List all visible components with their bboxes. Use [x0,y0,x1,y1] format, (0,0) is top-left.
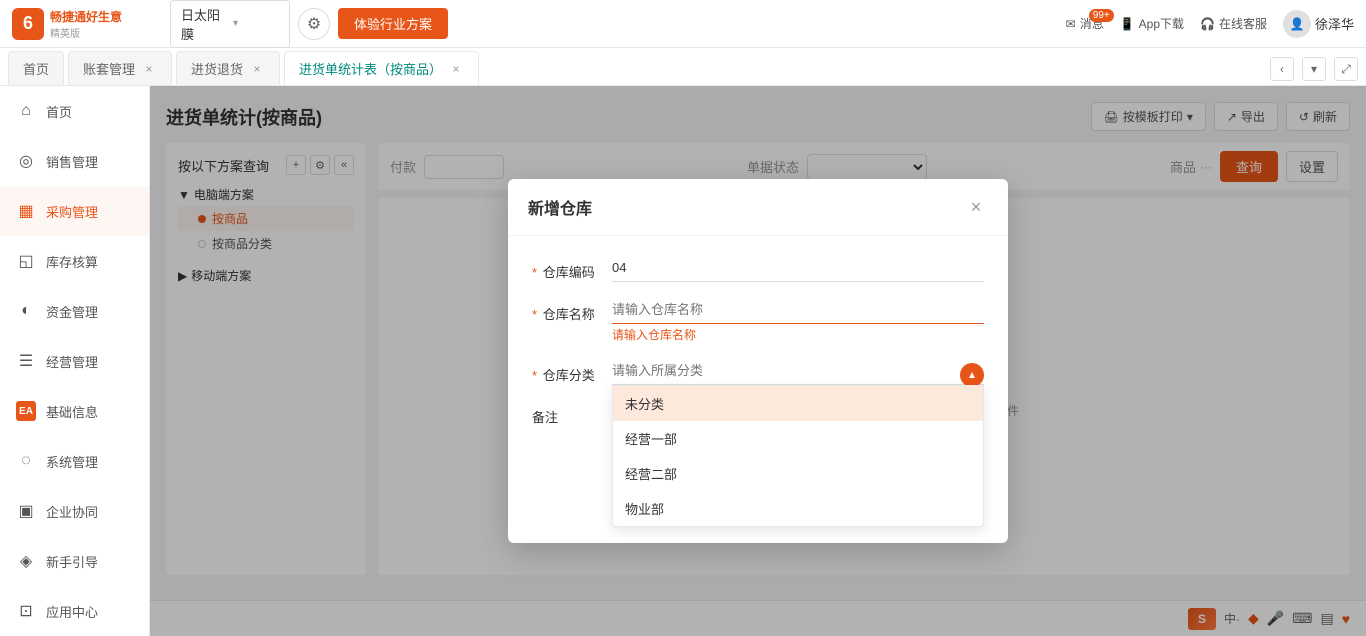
settings-gear-button[interactable]: ⚙ [298,8,330,40]
tab-account[interactable]: 账套管理 × [68,51,172,85]
code-label: * 仓库编码 [532,256,612,281]
app-center-icon: ⊡ [16,601,36,621]
name-control: 请输入仓库名称 [612,298,984,343]
avatar-icon: 👤 [1283,10,1311,38]
remark-label: 备注 [532,401,612,426]
system-icon: ◌ [16,451,36,471]
dropdown-option-op2[interactable]: 经营二部 [613,456,983,491]
app-download-item[interactable]: 📱 App下载 [1120,15,1184,32]
message-badge: 99+ [1089,9,1114,22]
dialog-close-button[interactable]: × [964,195,988,219]
headphone-icon: 🎧 [1200,17,1215,31]
sidebar-item-basic[interactable]: EA 基础信息 [0,386,149,436]
dialog-body: * 仓库编码 * 仓库名称 [508,236,1008,478]
form-row-category: * 仓库分类 ▲ 未分类 经营一部 经营二部 物业部 [532,359,984,385]
finance-icon: ◐ [16,301,36,321]
enterprise-icon: ▣ [16,501,36,521]
sidebar-item-app-center[interactable]: ⊡ 应用中心 [0,586,149,636]
tab-purchase-stats[interactable]: 进货单统计表（按商品） × [284,51,479,85]
top-header: 6 畅捷通好生意 精英版 日太阳膜 ▾ ⚙ 体验行业方案 ✉ 消息 99+ 📱 … [0,0,1366,48]
required-star-name: * [532,307,537,322]
sidebar: ⌂ 首页 ◎ 销售管理 ▦ 采购管理 ◱ 库存核算 ◐ 资金管理 ☰ 经营管理 … [0,86,150,636]
warehouse-name-input[interactable] [612,298,984,324]
online-service-item[interactable]: 🎧 在线客服 [1200,15,1267,32]
sidebar-item-enterprise[interactable]: ▣ 企业协同 [0,486,149,536]
dialog-header: 新增仓库 × [508,179,1008,236]
category-dropdown-toggle[interactable]: ▲ [960,363,984,387]
dropdown-option-property[interactable]: 物业部 [613,491,983,526]
tab-home[interactable]: 首页 [8,51,64,85]
tab-purchase-return-close-icon[interactable]: × [249,61,265,77]
logo-text: 畅捷通好生意 精英版 [50,8,122,40]
dropdown-option-op1[interactable]: 经营一部 [613,421,983,456]
sidebar-item-finance[interactable]: ◐ 资金管理 [0,286,149,336]
message-icon: ✉ [1066,17,1076,31]
tab-nav-left-btn[interactable]: ‹ [1270,57,1294,81]
required-star-category: * [532,368,537,383]
message-item[interactable]: ✉ 消息 99+ [1066,15,1104,32]
mobile-icon: 📱 [1120,17,1135,31]
operation-icon: ☰ [16,351,36,371]
category-dropdown-list: 未分类 经营一部 经营二部 物业部 [612,385,984,527]
trial-button[interactable]: 体验行业方案 [338,8,448,39]
tab-nav-right-btn[interactable]: ▾ [1302,57,1326,81]
tab-purchase-stats-close-icon[interactable]: × [448,61,464,77]
tab-nav-expand-btn[interactable]: ⤢ [1334,57,1358,81]
home-icon: ⌂ [16,101,36,121]
inventory-icon: ◱ [16,251,36,271]
required-star-code: * [532,265,537,280]
company-selector[interactable]: 日太阳膜 ▾ [170,0,290,48]
name-error-msg: 请输入仓库名称 [612,326,984,343]
warehouse-category-input[interactable] [612,359,984,385]
content-area: 进货单统计(按商品) 🖨 按模板打印 ▾ ↗ 导出 ↺ 刷新 [150,86,1366,636]
purchase-icon: ▦ [16,201,36,221]
name-label: * 仓库名称 [532,298,612,323]
sidebar-item-operation[interactable]: ☰ 经营管理 [0,336,149,386]
sales-icon: ◎ [16,151,36,171]
sidebar-item-purchase[interactable]: ▦ 采购管理 [0,186,149,236]
form-row-code: * 仓库编码 [532,256,984,282]
code-control [612,256,984,282]
sidebar-item-inventory[interactable]: ◱ 库存核算 [0,236,149,286]
selector-arrow-icon: ▾ [233,18,279,29]
logo-icon: 6 [12,8,44,40]
main-layout: ⌂ 首页 ◎ 销售管理 ▦ 采购管理 ◱ 库存核算 ◐ 资金管理 ☰ 经营管理 … [0,86,1366,636]
tab-purchase-return[interactable]: 进货退货 × [176,51,280,85]
dialog-title: 新增仓库 [528,195,592,219]
basic-icon: EA [16,401,36,421]
sidebar-item-guide[interactable]: ◈ 新手引导 [0,536,149,586]
tab-bar: 首页 账套管理 × 进货退货 × 进货单统计表（按商品） × ‹ ▾ ⤢ [0,48,1366,86]
logo-area: 6 畅捷通好生意 精英版 [12,8,162,40]
category-control: ▲ 未分类 经营一部 经营二部 物业部 [612,359,984,385]
dropdown-option-unclassified[interactable]: 未分类 [613,386,983,421]
category-label: * 仓库分类 [532,359,612,384]
sidebar-item-home[interactable]: ⌂ 首页 [0,86,149,136]
form-row-name: * 仓库名称 请输入仓库名称 [532,298,984,343]
add-warehouse-dialog: 新增仓库 × * 仓库编码 [508,179,1008,543]
tab-account-close-icon[interactable]: × [141,61,157,77]
user-avatar-area[interactable]: 👤 徐泽华 [1283,10,1354,38]
sidebar-item-system[interactable]: ◌ 系统管理 [0,436,149,486]
tab-bar-right: ‹ ▾ ⤢ [1270,57,1358,85]
sidebar-item-sales[interactable]: ◎ 销售管理 [0,136,149,186]
header-right: ✉ 消息 99+ 📱 App下载 🎧 在线客服 👤 徐泽华 [1066,10,1354,38]
warehouse-code-input[interactable] [612,256,984,282]
modal-overlay: 新增仓库 × * 仓库编码 [150,86,1366,636]
guide-icon: ◈ [16,551,36,571]
